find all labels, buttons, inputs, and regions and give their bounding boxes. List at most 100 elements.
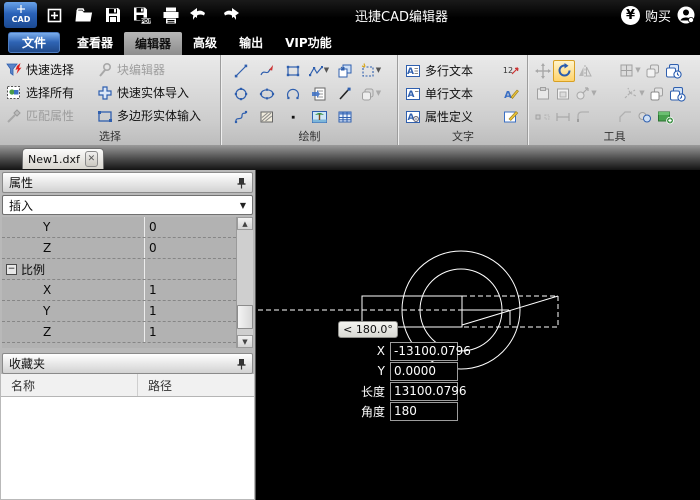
property-value[interactable]: 0 xyxy=(149,220,157,234)
property-grid-scrollbar[interactable]: ▲ ▼ xyxy=(236,217,253,348)
quick-entity-import-button[interactable]: 快速实体导入 xyxy=(97,81,201,104)
undo-button[interactable] xyxy=(186,3,213,27)
favorites-panel-title: 收藏夹 xyxy=(9,355,45,372)
document-tab-label: New1.dxf xyxy=(28,153,80,166)
paste-tool-button[interactable] xyxy=(533,86,553,101)
draw-table-button[interactable] xyxy=(332,109,358,125)
property-value[interactable]: 1 xyxy=(149,304,157,318)
document-tab[interactable]: New1.dxf ✕ xyxy=(22,148,104,169)
property-group-row[interactable]: − 比例 xyxy=(2,259,236,280)
scale-tool-button[interactable]: ▼ xyxy=(573,86,599,101)
chamfer-tool-button[interactable] xyxy=(615,110,635,124)
point-icon xyxy=(285,109,301,125)
select-all-button[interactable]: 选择所有 xyxy=(6,81,74,104)
menu-advanced[interactable]: 高级 xyxy=(182,30,228,55)
paste-special-icon xyxy=(665,63,682,79)
menu-file[interactable]: 文件 xyxy=(8,32,60,53)
tab-close-button[interactable]: ✕ xyxy=(85,151,98,167)
property-value[interactable]: 1 xyxy=(149,283,157,297)
draw-circle-button[interactable] xyxy=(228,86,254,102)
favorites-list[interactable] xyxy=(1,397,254,499)
user-account-icon[interactable] xyxy=(676,5,696,25)
property-value[interactable]: 1 xyxy=(149,325,157,339)
stext-button[interactable]: A 单行文本 xyxy=(405,82,473,105)
property-label: Z xyxy=(2,325,51,339)
block-editor-icon xyxy=(97,62,113,78)
fillet-tool-button[interactable] xyxy=(573,110,593,124)
rotate-tool-button[interactable] xyxy=(553,60,575,82)
draw-spline-button[interactable] xyxy=(228,109,254,125)
favorites-column-path[interactable]: 路径 xyxy=(138,374,254,396)
draw-ellipse-button[interactable] xyxy=(254,86,280,102)
scrollbar-thumb[interactable] xyxy=(237,305,253,329)
polyline-dropdown[interactable]: ▼ xyxy=(324,67,329,74)
tooltip-row: X -13100.0796 xyxy=(350,341,463,361)
drawing-canvas[interactable]: < 180.0° X -13100.0796 Y 0.0000 长度 13100… xyxy=(256,170,700,500)
save-button[interactable] xyxy=(99,3,126,27)
paste-block-tool-button[interactable] xyxy=(553,86,573,101)
clone-icon xyxy=(361,86,375,102)
draw-freehand-button[interactable] xyxy=(254,63,280,79)
scroll-down-icon[interactable]: ▼ xyxy=(237,335,253,348)
scroll-up-icon[interactable]: ▲ xyxy=(237,217,253,230)
pin-icon[interactable] xyxy=(237,358,246,370)
section-label-draw: 绘制 xyxy=(222,128,397,144)
entity-type-select[interactable]: 插入 ▼ xyxy=(2,195,253,215)
draw-point-button[interactable] xyxy=(280,109,306,125)
text-scale-button[interactable]: 12 xyxy=(501,64,521,78)
redo-button[interactable] xyxy=(215,3,242,27)
ribbon-section-select: 快速选择 选择所有 匹配属性 xyxy=(0,55,220,145)
draw-line-button[interactable] xyxy=(228,63,254,79)
ribbon-section-text: A 多行文本 12 xyxy=(399,55,527,145)
copy-tool-button[interactable] xyxy=(643,63,663,79)
export-block-button[interactable] xyxy=(655,109,675,125)
menu-viewer[interactable]: 查看器 xyxy=(66,30,124,55)
paste-origin-button[interactable] xyxy=(667,86,687,102)
mtext-button[interactable]: A 多行文本 xyxy=(405,59,473,82)
paste-special-button[interactable] xyxy=(663,63,683,79)
array-dropdown: ▼ xyxy=(635,67,640,74)
edit-attribute-button[interactable] xyxy=(501,110,521,124)
measure-tool-button[interactable] xyxy=(553,111,573,123)
menu-editor[interactable]: 编辑器 xyxy=(124,32,182,55)
text-edit-button[interactable]: A xyxy=(501,87,521,101)
blend-tool-button[interactable] xyxy=(635,110,655,124)
new-file-button[interactable] xyxy=(41,3,68,27)
match-properties-button[interactable]: 匹配属性 xyxy=(6,104,74,127)
draw-construction-line-button[interactable] xyxy=(332,86,358,102)
menu-vip[interactable]: VIP功能 xyxy=(274,30,343,55)
block-editor-button[interactable]: 块编辑器 xyxy=(97,58,201,81)
draw-text-block-button[interactable] xyxy=(306,86,332,102)
draw-clone-button[interactable]: ▼ xyxy=(358,86,384,102)
explode-tool-button[interactable]: ▼ xyxy=(621,86,647,101)
attribute-define-button[interactable]: A 属性定义 xyxy=(405,105,473,128)
mirror-icon xyxy=(577,63,593,79)
print-button[interactable] xyxy=(157,3,184,27)
draw-polyline-button[interactable]: ▼ xyxy=(306,63,332,79)
draw-rectangle-button[interactable] xyxy=(280,63,306,79)
menu-output[interactable]: 输出 xyxy=(228,30,274,55)
buy-button[interactable]: 购买 xyxy=(645,6,671,25)
block-insert-icon xyxy=(337,63,353,79)
copy-entities-tool-button[interactable] xyxy=(647,86,667,102)
property-value[interactable]: 0 xyxy=(149,241,157,255)
quick-select-button[interactable]: 快速选择 xyxy=(6,58,74,81)
align-tool-button[interactable] xyxy=(533,111,553,123)
array-tool-button[interactable]: ▼ xyxy=(617,63,643,78)
pin-icon[interactable] xyxy=(237,177,246,189)
construction-line-icon xyxy=(337,86,353,102)
polygon-entity-input-button[interactable]: 多边形实体输入 xyxy=(97,104,201,127)
tooltip-value: 13100.0796 xyxy=(390,382,458,401)
region-dropdown[interactable]: ▼ xyxy=(376,67,381,74)
mirror-tool-button[interactable] xyxy=(575,63,595,79)
draw-hatch-button[interactable] xyxy=(254,109,280,125)
move-tool-button[interactable] xyxy=(533,63,553,79)
draw-image-button[interactable] xyxy=(306,109,332,125)
collapse-icon[interactable]: − xyxy=(6,264,17,275)
draw-region-button[interactable]: ▼ xyxy=(358,63,384,79)
open-file-button[interactable] xyxy=(70,3,97,27)
draw-block-insert-button[interactable] xyxy=(332,63,358,79)
favorites-column-name[interactable]: 名称 xyxy=(1,374,138,396)
draw-arc-button[interactable] xyxy=(280,86,306,102)
save-as-pdf-button[interactable]: PDF xyxy=(128,3,155,27)
